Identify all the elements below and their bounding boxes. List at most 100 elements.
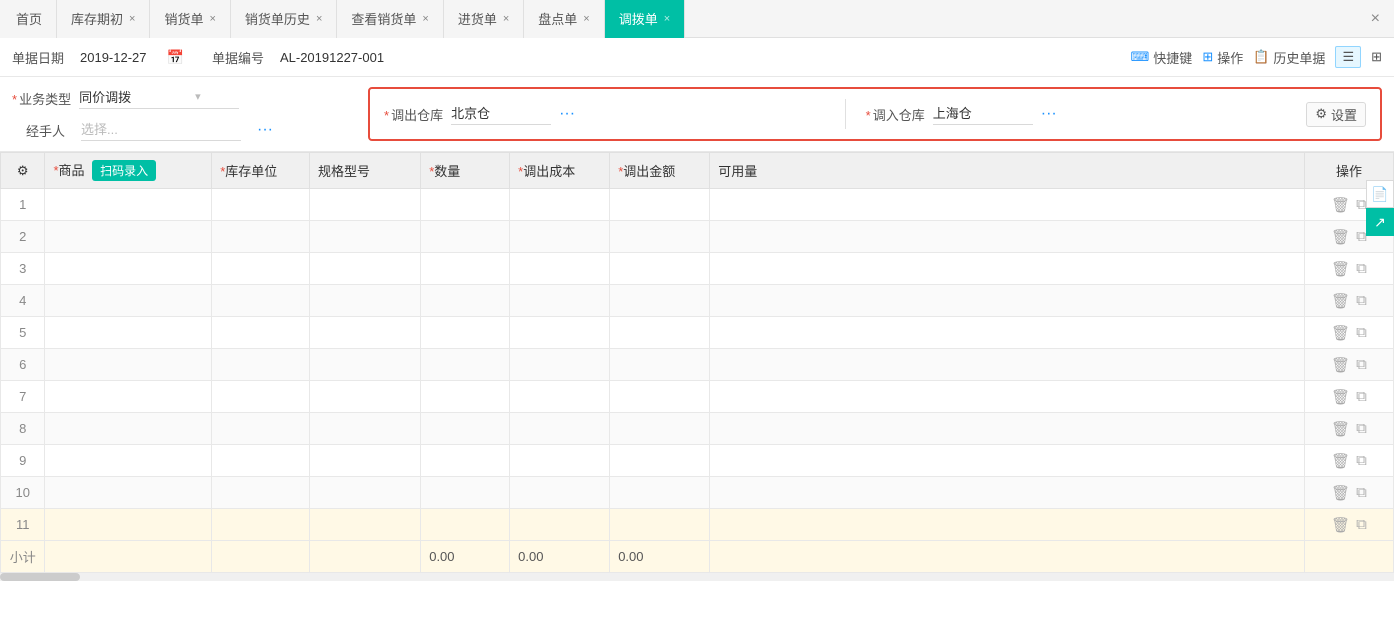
transfer-out-ellipsis-button[interactable]: ··· (559, 105, 575, 123)
row-qty-3[interactable] (421, 253, 510, 285)
tab-sales-order-close[interactable]: × (209, 13, 215, 25)
layout-list-button[interactable]: ☰ (1335, 46, 1361, 68)
delete-icon-6[interactable]: 🗑 (1331, 356, 1350, 374)
row-spec-4[interactable] (310, 285, 421, 317)
row-spec-2[interactable] (310, 221, 421, 253)
row-goods-3[interactable] (45, 253, 212, 285)
row-cost-9[interactable] (510, 445, 610, 477)
row-spec-9[interactable] (310, 445, 421, 477)
delete-icon-7[interactable]: 🗑 (1331, 388, 1350, 406)
row-qty-8[interactable] (421, 413, 510, 445)
row-unit-3[interactable] (212, 253, 310, 285)
row-spec-6[interactable] (310, 349, 421, 381)
row-amount-1[interactable] (610, 189, 710, 221)
row-unit-8[interactable] (212, 413, 310, 445)
row-unit-10[interactable] (212, 477, 310, 509)
float-doc-button[interactable]: 📄 (1366, 180, 1394, 208)
layout-grid-button[interactable]: ⊞ (1371, 49, 1382, 65)
row-qty-10[interactable] (421, 477, 510, 509)
handler-ellipsis-button[interactable]: ··· (257, 121, 273, 139)
delete-icon-9[interactable]: 🗑 (1331, 452, 1350, 470)
row-goods-11[interactable] (45, 509, 212, 541)
horizontal-scrollbar[interactable] (0, 573, 1394, 581)
row-goods-7[interactable] (45, 381, 212, 413)
row-goods-9[interactable] (45, 445, 212, 477)
row-qty-6[interactable] (421, 349, 510, 381)
history-button[interactable]: 📋 历史单据 (1253, 48, 1325, 67)
delete-icon-4[interactable]: 🗑 (1331, 292, 1350, 310)
row-amount-5[interactable] (610, 317, 710, 349)
copy-icon-4[interactable]: ⧉ (1356, 292, 1367, 309)
row-unit-6[interactable] (212, 349, 310, 381)
float-export-button[interactable]: ↗ (1366, 208, 1394, 236)
row-spec-5[interactable] (310, 317, 421, 349)
tab-stocktake-close[interactable]: × (583, 13, 589, 25)
tab-stocktake[interactable]: 盘点单 × (524, 0, 604, 38)
row-amount-4[interactable] (610, 285, 710, 317)
copy-icon-5[interactable]: ⧉ (1356, 324, 1367, 341)
row-qty-7[interactable] (421, 381, 510, 413)
tab-purchase-close[interactable]: × (503, 13, 509, 25)
settings-button[interactable]: ⚙ 设置 (1306, 102, 1366, 127)
col-gear-header[interactable]: ⚙ (1, 153, 45, 189)
row-cost-6[interactable] (510, 349, 610, 381)
delete-icon-3[interactable]: 🗑 (1331, 260, 1350, 278)
scan-entry-button[interactable]: 扫码录入 (92, 160, 156, 181)
copy-icon-10[interactable]: ⧉ (1356, 484, 1367, 501)
row-goods-6[interactable] (45, 349, 212, 381)
row-amount-9[interactable] (610, 445, 710, 477)
delete-icon-1[interactable]: 🗑 (1331, 196, 1350, 214)
quick-key-button[interactable]: ⌨ 快捷键 (1131, 48, 1193, 67)
row-cost-10[interactable] (510, 477, 610, 509)
row-unit-2[interactable] (212, 221, 310, 253)
tab-home[interactable]: 首页 (0, 0, 57, 38)
delete-icon-11[interactable]: 🗑 (1331, 516, 1350, 534)
row-cost-4[interactable] (510, 285, 610, 317)
row-goods-1[interactable] (45, 189, 212, 221)
row-spec-10[interactable] (310, 477, 421, 509)
copy-icon-6[interactable]: ⧉ (1356, 356, 1367, 373)
row-spec-7[interactable] (310, 381, 421, 413)
tab-sales-order[interactable]: 销货单 × (150, 0, 230, 38)
copy-icon-9[interactable]: ⧉ (1356, 452, 1367, 469)
row-spec-3[interactable] (310, 253, 421, 285)
row-unit-7[interactable] (212, 381, 310, 413)
delete-icon-8[interactable]: 🗑 (1331, 420, 1350, 438)
tab-view-sales[interactable]: 查看销货单 × (337, 0, 443, 38)
row-amount-10[interactable] (610, 477, 710, 509)
tab-sales-history[interactable]: 销货单历史 × (231, 0, 337, 38)
row-unit-11[interactable] (212, 509, 310, 541)
copy-icon-3[interactable]: ⧉ (1356, 260, 1367, 277)
row-qty-9[interactable] (421, 445, 510, 477)
row-amount-2[interactable] (610, 221, 710, 253)
row-cost-5[interactable] (510, 317, 610, 349)
row-cost-2[interactable] (510, 221, 610, 253)
copy-icon-8[interactable]: ⧉ (1356, 420, 1367, 437)
tab-sales-history-close[interactable]: × (316, 13, 322, 25)
row-cost-3[interactable] (510, 253, 610, 285)
row-goods-4[interactable] (45, 285, 212, 317)
tab-view-sales-close[interactable]: × (422, 13, 428, 25)
row-qty-4[interactable] (421, 285, 510, 317)
tab-inventory-init-close[interactable]: × (129, 13, 135, 25)
tab-purchase[interactable]: 进货单 × (444, 0, 524, 38)
business-type-select[interactable]: 同价调拨 ▾ (79, 87, 239, 109)
row-amount-8[interactable] (610, 413, 710, 445)
scrollbar-thumb[interactable] (0, 573, 80, 581)
row-amount-3[interactable] (610, 253, 710, 285)
row-spec-11[interactable] (310, 509, 421, 541)
row-goods-10[interactable] (45, 477, 212, 509)
row-spec-8[interactable] (310, 413, 421, 445)
row-unit-5[interactable] (212, 317, 310, 349)
window-close-button[interactable]: × (1357, 0, 1394, 38)
row-spec-1[interactable] (310, 189, 421, 221)
row-unit-4[interactable] (212, 285, 310, 317)
row-goods-5[interactable] (45, 317, 212, 349)
row-goods-8[interactable] (45, 413, 212, 445)
row-cost-7[interactable] (510, 381, 610, 413)
row-unit-9[interactable] (212, 445, 310, 477)
row-qty-1[interactable] (421, 189, 510, 221)
calendar-icon[interactable]: 📅 (167, 49, 184, 66)
row-amount-6[interactable] (610, 349, 710, 381)
copy-icon-11[interactable]: ⧉ (1356, 516, 1367, 533)
